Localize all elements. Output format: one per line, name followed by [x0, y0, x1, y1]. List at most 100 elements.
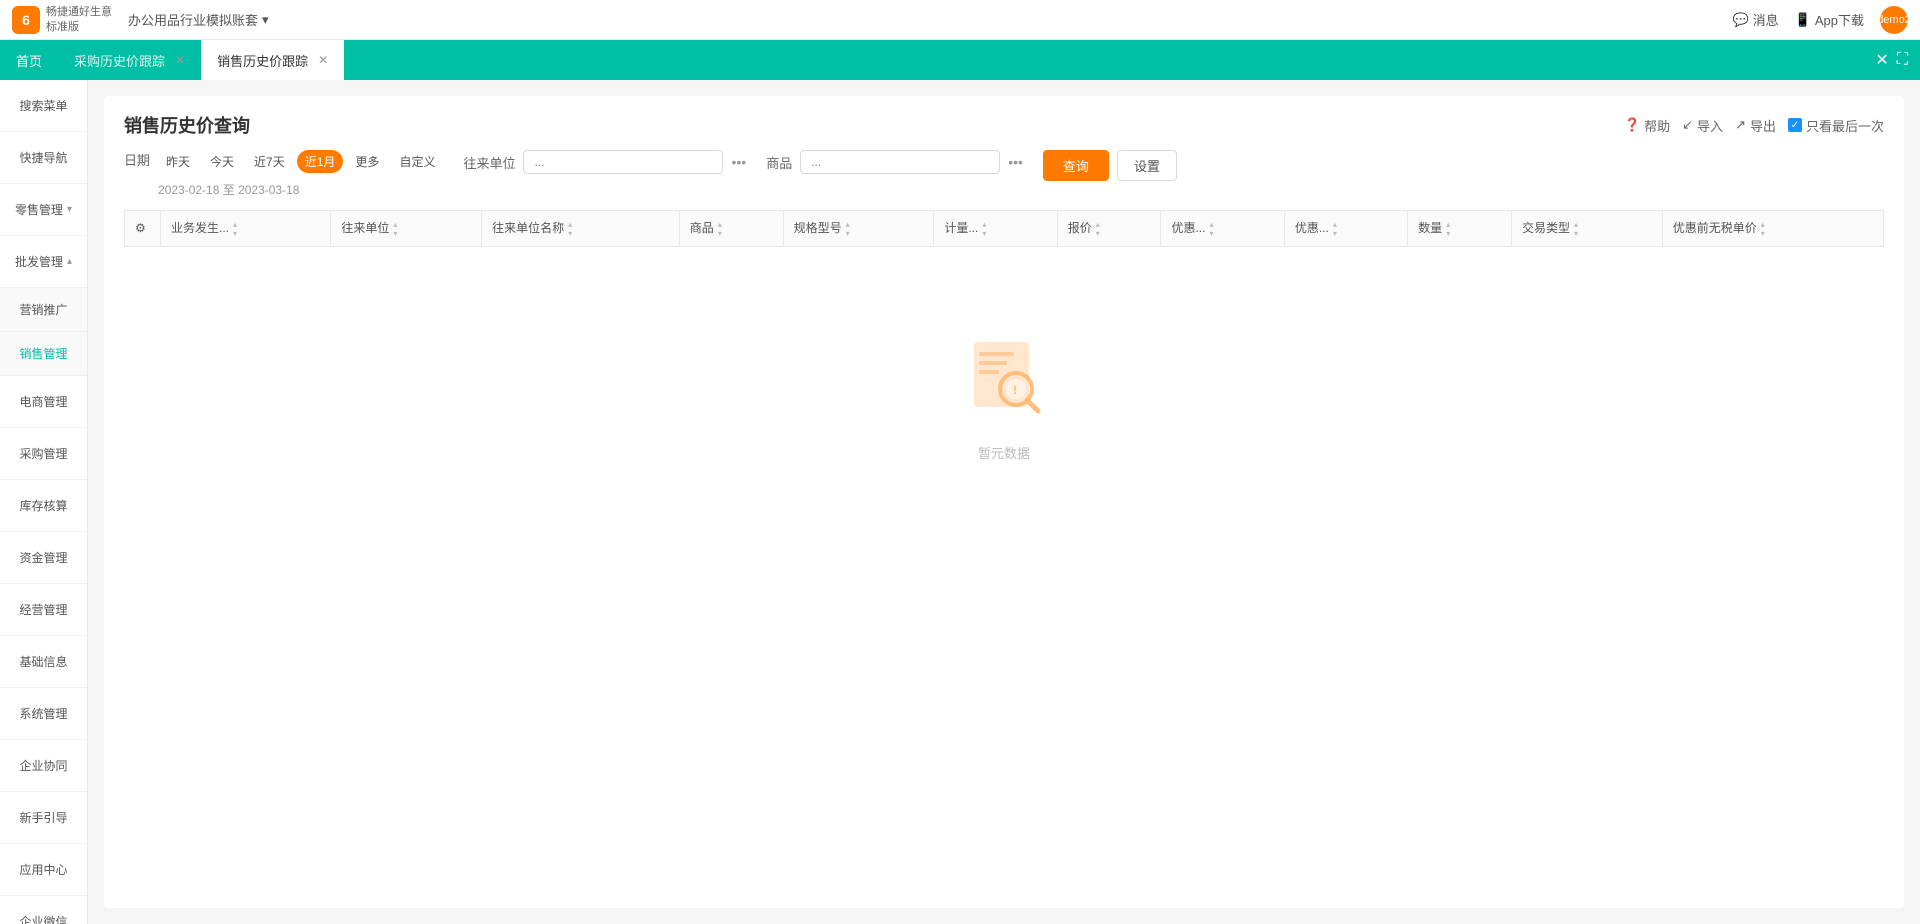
discount1-column-header[interactable]: 优惠...▴▾ [1161, 211, 1284, 247]
page-title: 销售历史价查询 [124, 112, 250, 138]
partner-filter-group: 往来单位 ••• [463, 150, 746, 174]
inventory-label: 库存核算 [19, 497, 67, 514]
sales-mgmt-label: 销售管理 [19, 345, 67, 362]
search-menu-label: 搜索菜单 [19, 97, 67, 114]
enterprise-collab-label: 企业协同 [19, 757, 67, 774]
sidebar-item-system-mgmt[interactable]: 系统管理 [0, 688, 87, 740]
query-button[interactable]: 查询 [1043, 150, 1109, 181]
date-filter-label: 日期 [124, 150, 150, 169]
sidebar-item-quick-nav[interactable]: 快捷导航 [0, 132, 87, 184]
date-range-display: 2023-02-18 至 2023-03-18 [158, 181, 443, 198]
purchase-history-label: 采购历史价跟踪 [74, 51, 165, 70]
marketing-promo-label: 营销推广 [19, 301, 67, 318]
date-last1month[interactable]: 近1月 [297, 150, 344, 173]
wholesale-mgmt-arrow-icon: ▴ [67, 256, 72, 267]
discount2-column-header[interactable]: 优惠...▴▾ [1284, 211, 1407, 247]
pretax-price-column-header[interactable]: 优惠前无税单价▴▾ [1662, 211, 1883, 247]
avatar: demo2 [1880, 6, 1908, 34]
sidebar-item-enterprise-wechat[interactable]: 企业微信 [0, 896, 87, 924]
sidebar-item-new-guide[interactable]: 新手引导 [0, 792, 87, 844]
settings-button[interactable]: 设置 [1117, 150, 1177, 181]
date-last7[interactable]: 近7天 [246, 150, 293, 173]
help-button[interactable]: ❓ 帮助 [1624, 116, 1670, 135]
table-head: ⚙ 业务发生...▴▾ 往来单位▴▾ 往来单位名称▴▾ 商品▴▾ [125, 211, 1884, 247]
empty-icon: ! [954, 327, 1054, 427]
top-bar: 6 畅捷通好生意 标准版 办公用品行业模拟账套 ▾ 💬 消息 📱 App下载 d… [0, 0, 1920, 40]
goods-filter-group: 商品 ••• [766, 150, 1023, 174]
sidebar-item-marketing-promo[interactable]: 营销推广 [0, 288, 87, 332]
only-last-checkbox[interactable]: ✓ 只看最后一次 [1788, 116, 1884, 135]
quantity-column-header[interactable]: 数量▴▾ [1408, 211, 1512, 247]
export-icon: ↗ [1735, 117, 1746, 133]
sidebar-item-basic-info[interactable]: 基础信息 [0, 636, 87, 688]
unit-column-header[interactable]: 计量...▴▾ [934, 211, 1057, 247]
app-icon: 📱 [1795, 12, 1811, 28]
system-mgmt-label: 系统管理 [19, 705, 67, 722]
company-select[interactable]: 办公用品行业模拟账套 ▾ [120, 6, 277, 33]
biz-date-column-header[interactable]: 业务发生...▴▾ [161, 211, 331, 247]
export-button[interactable]: ↗ 导出 [1735, 116, 1776, 135]
sales-history-label: 销售历史价跟踪 [217, 51, 308, 70]
partner-input[interactable] [523, 150, 723, 174]
close-sales-tab-icon[interactable]: ✕ [318, 53, 328, 67]
goods-input[interactable] [800, 150, 1000, 174]
ops-mgmt-label: 经营管理 [19, 601, 67, 618]
tab-home[interactable]: 首页 [0, 40, 58, 80]
close-purchase-tab-icon[interactable]: ✕ [175, 53, 185, 67]
table-header-row: ⚙ 业务发生...▴▾ 往来单位▴▾ 往来单位名称▴▾ 商品▴▾ [125, 211, 1884, 247]
gear-column-header[interactable]: ⚙ [125, 211, 161, 247]
wholesale-mgmt-label: 批发管理 [15, 253, 63, 270]
sidebar: 搜索菜单 快捷导航 零售管理 ▾ 批发管理 ▴ 营销推广 销售管理 电商管理 采… [0, 80, 88, 924]
sidebar-item-ops-mgmt[interactable]: 经营管理 [0, 584, 87, 636]
sidebar-item-inventory[interactable]: 库存核算 [0, 480, 87, 532]
tab-sales-history[interactable]: 销售历史价跟踪 ✕ [201, 40, 344, 80]
price-column-header[interactable]: 报价▴▾ [1057, 211, 1161, 247]
partner-label: 往来单位 [463, 153, 515, 172]
logo-area: 6 畅捷通好生意 标准版 [12, 5, 112, 34]
date-more[interactable]: 更多 [347, 150, 387, 173]
table-container: ⚙ 业务发生...▴▾ 往来单位▴▾ 往来单位名称▴▾ 商品▴▾ [104, 210, 1904, 542]
sidebar-item-retail-mgmt[interactable]: 零售管理 ▾ [0, 184, 87, 236]
date-yesterday[interactable]: 昨天 [158, 150, 198, 173]
goods-select-icon[interactable]: ••• [1008, 154, 1023, 170]
partner-code-column-header[interactable]: 往来单位▴▾ [331, 211, 482, 247]
action-buttons: 查询 设置 [1043, 150, 1177, 181]
checkbox-icon: ✓ [1788, 118, 1802, 132]
data-table: ⚙ 业务发生...▴▾ 往来单位▴▾ 往来单位名称▴▾ 商品▴▾ [124, 210, 1884, 247]
sidebar-item-sales-mgmt[interactable]: 销售管理 [0, 332, 87, 376]
sidebar-item-enterprise-collab[interactable]: 企业协同 [0, 740, 87, 792]
top-bar-left: 6 畅捷通好生意 标准版 办公用品行业模拟账套 ▾ [12, 5, 277, 34]
svg-text:!: ! [1013, 383, 1017, 397]
date-options: 昨天 今天 近7天 近1月 更多 自定义 [158, 150, 443, 173]
user-profile[interactable]: demo2 [1880, 6, 1908, 34]
app-download-button[interactable]: 📱 App下载 [1795, 10, 1864, 29]
close-all-tabs-icon[interactable]: ✕ [1875, 50, 1888, 70]
quick-nav-label: 快捷导航 [19, 149, 67, 166]
empty-state: ! 暂元数据 [124, 247, 1884, 542]
tab-bar: 首页 采购历史价跟踪 ✕ 销售历史价跟踪 ✕ ✕ ⛶ [0, 40, 1920, 80]
trade-type-column-header[interactable]: 交易类型▴▾ [1511, 211, 1662, 247]
logo-text: 畅捷通好生意 标准版 [46, 5, 112, 34]
sidebar-item-search-menu[interactable]: 搜索菜单 [0, 80, 87, 132]
goods-label: 商品 [766, 153, 792, 172]
sidebar-item-wholesale-mgmt[interactable]: 批发管理 ▴ [0, 236, 87, 288]
purchase-mgmt-label: 采购管理 [19, 445, 67, 462]
spec-column-header[interactable]: 规格型号▴▾ [783, 211, 934, 247]
app-center-label: 应用中心 [19, 861, 67, 878]
ecom-mgmt-label: 电商管理 [19, 393, 67, 410]
date-custom[interactable]: 自定义 [391, 150, 443, 173]
tab-purchase-history[interactable]: 采购历史价跟踪 ✕ [58, 40, 201, 80]
message-button[interactable]: 💬 消息 [1732, 10, 1778, 29]
date-today[interactable]: 今天 [202, 150, 242, 173]
goods-column-header[interactable]: 商品▴▾ [679, 211, 783, 247]
sidebar-item-finance-mgmt[interactable]: 资金管理 [0, 532, 87, 584]
partner-name-column-header[interactable]: 往来单位名称▴▾ [482, 211, 680, 247]
sidebar-item-ecom-mgmt[interactable]: 电商管理 [0, 376, 87, 428]
logo-icon: 6 [12, 6, 40, 34]
import-button[interactable]: ↙ 导入 [1682, 116, 1723, 135]
sidebar-item-purchase-mgmt[interactable]: 采购管理 [0, 428, 87, 480]
partner-select-icon[interactable]: ••• [731, 154, 746, 170]
finance-mgmt-label: 资金管理 [19, 549, 67, 566]
sidebar-item-app-center[interactable]: 应用中心 [0, 844, 87, 896]
fullscreen-icon[interactable]: ⛶ [1897, 51, 1908, 69]
